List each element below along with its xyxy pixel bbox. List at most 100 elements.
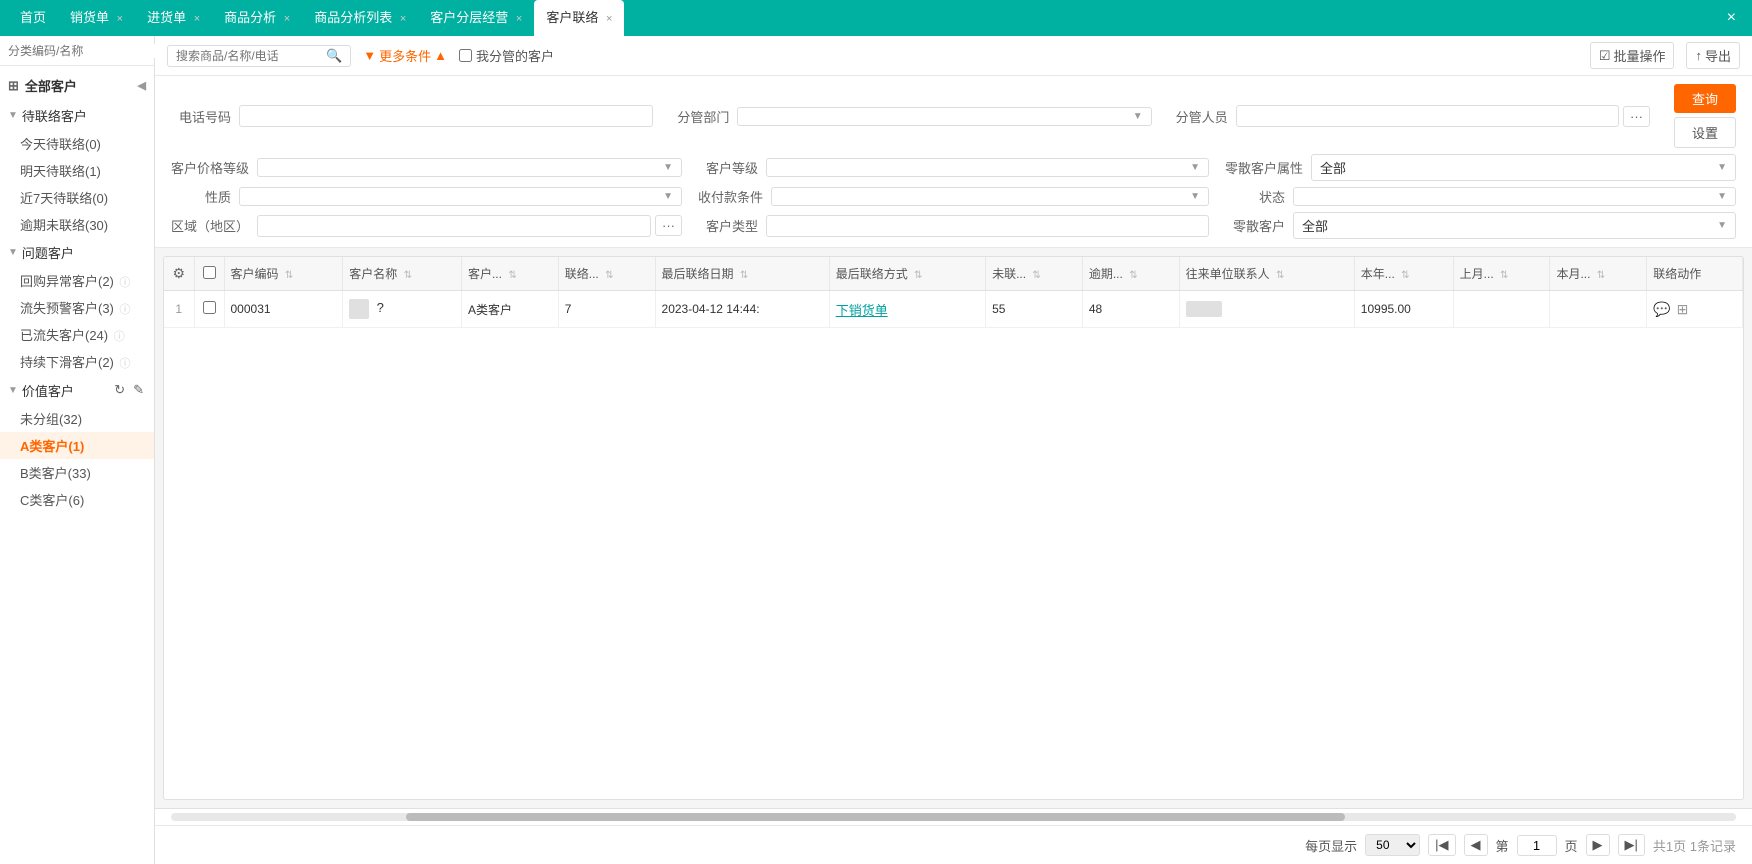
item-ungroup[interactable]: 未分组(32) xyxy=(0,405,154,432)
col-last-month[interactable]: 上月... ⇅ xyxy=(1453,257,1550,291)
field-status-select[interactable]: ▼ xyxy=(1293,187,1736,206)
col-this-year[interactable]: 本年... ⇅ xyxy=(1354,257,1453,291)
gear-icon[interactable]: ⚙ xyxy=(172,265,185,281)
close-customer-contact[interactable]: × xyxy=(606,13,612,25)
item-b-class[interactable]: B类客户(33) xyxy=(0,459,154,486)
col-uncontact[interactable]: 未联... ⇅ xyxy=(986,257,1083,291)
field-retail-select[interactable]: 全部 ▼ xyxy=(1293,212,1736,239)
field-manager-input[interactable] xyxy=(1236,105,1619,127)
close-analysis-list[interactable]: × xyxy=(400,13,406,25)
item-warning[interactable]: 流失预警客户(3) ⓘ xyxy=(0,294,154,321)
field-region-ellipsis[interactable]: ··· xyxy=(655,215,682,236)
info-icon-declining: ⓘ xyxy=(120,358,131,370)
edit-value-btn[interactable]: ✎ xyxy=(131,380,146,400)
sort-code: ⇅ xyxy=(285,270,293,281)
close-analysis[interactable]: × xyxy=(284,13,290,25)
col-contact-count[interactable]: 联络... ⇅ xyxy=(558,257,655,291)
item-declining[interactable]: 持续下滑客户(2) ⓘ xyxy=(0,348,154,375)
field-price-level-select[interactable]: ▼ xyxy=(257,158,682,177)
sort-uncontact: ⇅ xyxy=(1032,270,1040,281)
window-close[interactable]: × xyxy=(1719,9,1744,27)
item-overdue[interactable]: 逾期未联络(30) xyxy=(0,211,154,238)
field-payment-select[interactable]: ▼ xyxy=(771,187,1209,206)
next-page-btn[interactable]: ▶ xyxy=(1586,834,1610,856)
nav-analysis[interactable]: 商品分析 × xyxy=(212,0,302,36)
nav-customer-contact[interactable]: 客户联络 × xyxy=(534,0,624,36)
col-code[interactable]: 客户编码 ⇅ xyxy=(224,257,343,291)
last-page-btn[interactable]: ▶| xyxy=(1618,834,1645,856)
col-gear[interactable]: ⚙ xyxy=(164,257,194,291)
content-area: 🔍 ▼ 更多条件 ▲ 我分管的客户 ☑ 批量操作 ↑ 导出 xyxy=(155,36,1752,864)
field-region-input[interactable] xyxy=(257,215,651,237)
section-problem-header[interactable]: ▼ 问题客户 xyxy=(0,238,154,267)
field-manager-ellipsis[interactable]: ··· xyxy=(1623,106,1650,127)
cell-actions: 💬 ⊞ xyxy=(1647,291,1743,328)
sort-method: ⇅ xyxy=(914,270,922,281)
nav-home[interactable]: 首页 xyxy=(8,0,58,36)
cell-this-year: 10995.00 xyxy=(1354,291,1453,328)
h-scrollbar-thumb[interactable] xyxy=(406,813,1345,821)
message-icon[interactable]: 💬 xyxy=(1653,301,1670,318)
filter-row-1: 电话号码 分管部门 ▼ 分管人员 ··· xyxy=(171,84,1736,148)
nav-sales[interactable]: 销货单 × xyxy=(58,0,135,36)
filter-search-icon[interactable]: 🔍 xyxy=(326,48,342,64)
item-tomorrow[interactable]: 明天待联络(1) xyxy=(0,157,154,184)
field-customer-level-select[interactable]: ▼ xyxy=(766,158,1209,177)
cell-last-method[interactable]: 下销货单 xyxy=(829,291,985,328)
prev-page-btn[interactable]: ◀ xyxy=(1464,834,1488,856)
select-all-checkbox[interactable] xyxy=(203,266,216,279)
close-customer-tier[interactable]: × xyxy=(516,13,522,25)
row-checkbox[interactable] xyxy=(203,301,216,314)
nav-customer-tier[interactable]: 客户分层经营 × xyxy=(418,0,534,36)
page-input[interactable] xyxy=(1517,835,1557,856)
item-lost[interactable]: 已流失客户(24) ⓘ xyxy=(0,321,154,348)
h-scrollbar[interactable] xyxy=(171,813,1736,821)
item-abnormal[interactable]: 回购异常客户(2) ⓘ xyxy=(0,267,154,294)
settings-btn[interactable]: 设置 xyxy=(1674,117,1736,148)
col-name[interactable]: 客户名称 ⇅ xyxy=(343,257,462,291)
sort-date: ⇅ xyxy=(740,270,748,281)
sidebar-root[interactable]: ⊞ 全部客户 ◀ xyxy=(0,70,154,101)
query-btn[interactable]: 查询 xyxy=(1674,84,1736,113)
first-page-btn[interactable]: |◀ xyxy=(1428,834,1455,856)
batch-op-btn[interactable]: ☑ 批量操作 xyxy=(1590,42,1675,69)
qr-icon[interactable]: ⊞ xyxy=(1677,301,1689,318)
my-customers-checkbox[interactable] xyxy=(459,49,472,62)
sidebar-search-input[interactable] xyxy=(8,44,163,58)
col-last-method[interactable]: 最后联络方式 ⇅ xyxy=(829,257,985,291)
nav-analysis-list[interactable]: 商品分析列表 × xyxy=(302,0,418,36)
col-company-contact[interactable]: 往来单位联系人 ⇅ xyxy=(1179,257,1354,291)
refresh-value-btn[interactable]: ↻ xyxy=(112,380,127,400)
filter-more-btn[interactable]: ▼ 更多条件 ▲ xyxy=(363,46,447,65)
export-btn[interactable]: ↑ 导出 xyxy=(1686,42,1740,69)
cell-check[interactable] xyxy=(194,291,224,328)
filter-search-input[interactable] xyxy=(176,49,326,63)
field-phone-input[interactable] xyxy=(239,105,653,127)
item-a-class[interactable]: A类客户(1) xyxy=(0,432,154,459)
item-c-class[interactable]: C类客户(6) xyxy=(0,486,154,513)
close-purchase[interactable]: × xyxy=(194,13,200,25)
sidebar-collapse-btn[interactable]: ◀ xyxy=(138,79,146,92)
section-value-header[interactable]: ▼ 价值客户 ↻ ✎ xyxy=(0,375,154,405)
field-retail-attr-select[interactable]: 全部 ▼ xyxy=(1311,154,1736,181)
last-method-link[interactable]: 下销货单 xyxy=(836,303,888,318)
section-waiting-header[interactable]: ▼ 待联络客户 xyxy=(0,101,154,130)
col-overdue[interactable]: 逾期... ⇅ xyxy=(1082,257,1179,291)
field-dept-select[interactable]: ▼ xyxy=(737,107,1151,126)
my-customers-check[interactable]: 我分管的客户 xyxy=(459,46,554,65)
page-size-select[interactable]: 50 100 200 xyxy=(1365,834,1420,856)
cell-uncontact: 55 xyxy=(986,291,1083,328)
col-check[interactable] xyxy=(194,257,224,291)
col-last-date[interactable]: 最后联络日期 ⇅ xyxy=(655,257,829,291)
field-customer-type-input[interactable] xyxy=(766,215,1209,237)
field-customer-level-label: 客户等级 xyxy=(698,158,758,177)
status-arrow: ▼ xyxy=(1717,191,1727,202)
col-this-month[interactable]: 本月... ⇅ xyxy=(1550,257,1647,291)
field-nature-select[interactable]: ▼ xyxy=(239,187,682,206)
field-nature: 性质 ▼ xyxy=(171,187,682,206)
item-7days[interactable]: 近7天待联络(0) xyxy=(0,184,154,211)
close-sales[interactable]: × xyxy=(117,13,123,25)
item-today[interactable]: 今天待联络(0) xyxy=(0,130,154,157)
col-type[interactable]: 客户... ⇅ xyxy=(461,257,558,291)
nav-purchase[interactable]: 进货单 × xyxy=(135,0,212,36)
